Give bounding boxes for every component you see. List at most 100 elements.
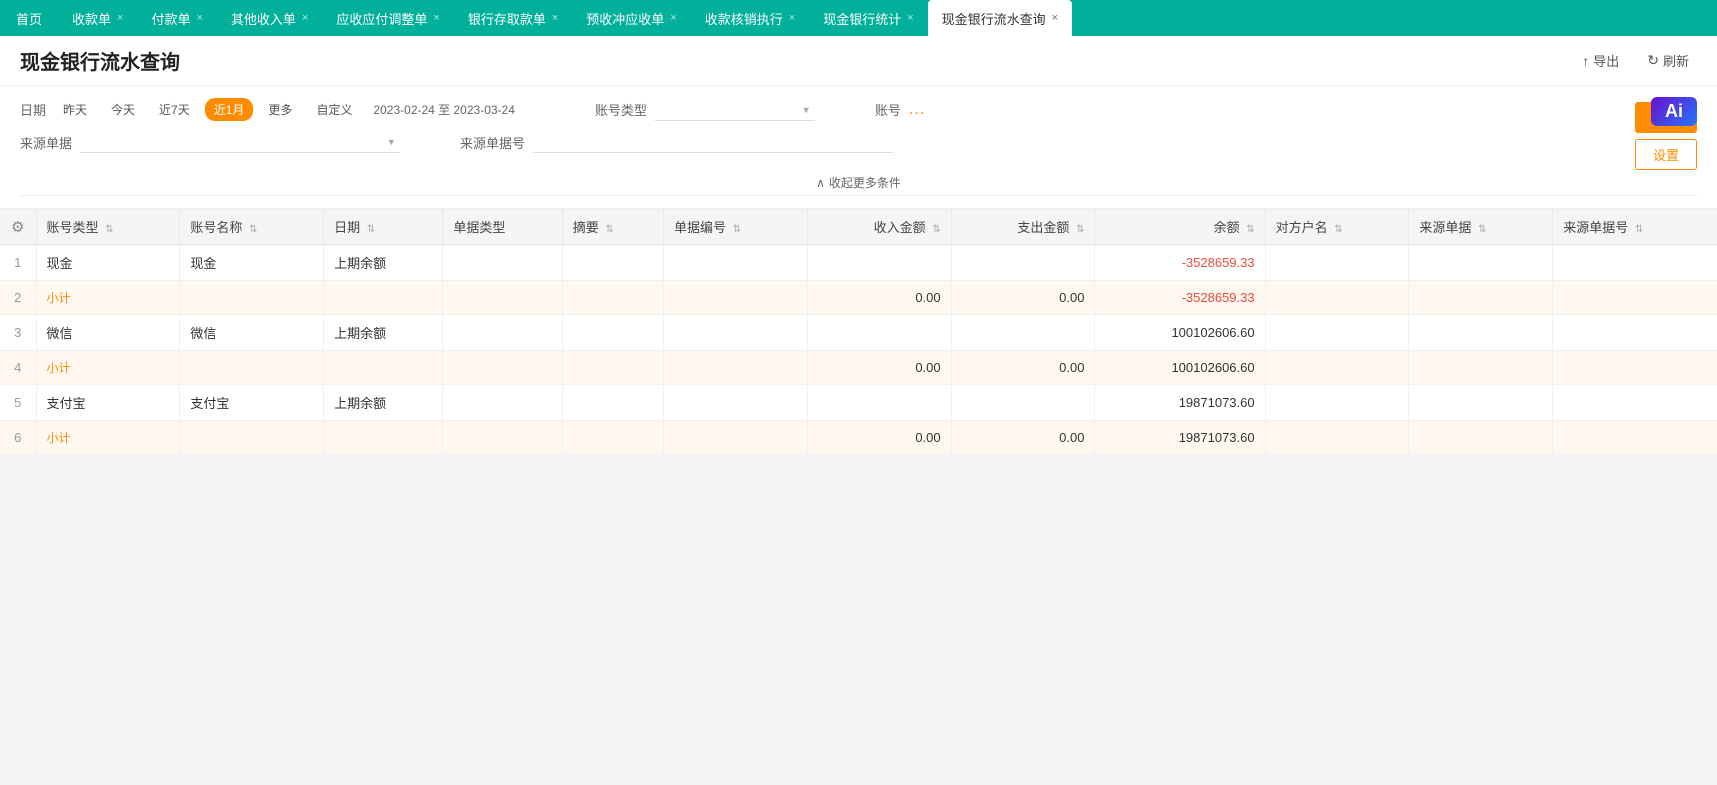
cell-doc-type [443,421,562,455]
cell-summary [562,281,663,315]
collapse-bar[interactable]: ∧ 收起更多条件 [20,170,1697,196]
cell-account-name: 现金 [180,245,324,281]
nav-tab-xjyhtj[interactable]: 现金银行统计 × [809,0,927,36]
close-icon[interactable]: × [433,12,439,24]
cell-account-name [180,351,324,385]
sort-icon: ⇅ [605,224,613,235]
col-account-type[interactable]: 账号类型 ⇅ [36,209,180,245]
cell-source-doc [1409,421,1553,455]
cell-account-name [180,421,324,455]
cell-summary [562,245,663,281]
cell-account-type: 现金 [36,245,180,281]
close-icon[interactable]: × [552,12,558,24]
cell-counterpart [1265,385,1409,421]
cell-source-doc-no [1553,421,1717,455]
close-icon[interactable]: × [1052,12,1058,24]
cell-doc-no [664,351,808,385]
nav-tab-shoudan[interactable]: 收款单 × [58,0,137,36]
nav-tab-yhcqkd[interactable]: 银行存取款单 × [454,0,572,36]
cell-counterpart [1265,315,1409,351]
ai-badge[interactable]: Ai [1651,97,1697,126]
cell-doc-no [664,385,808,421]
cell-income [807,245,951,281]
cell-expense [951,245,1095,281]
account-type-filter: 账号类型 [595,99,815,121]
account-type-select[interactable] [655,99,815,121]
page-header: 现金银行流水查询 ↑ 导出 ↻ 刷新 [0,36,1717,86]
source-doc-no-input[interactable] [533,131,893,153]
filter-row-1: 日期 昨天 今天 近7天 近1月 更多 自定义 2023-02-24 至 202… [20,98,1615,121]
export-button[interactable]: ↑ 导出 [1574,47,1627,74]
col-date[interactable]: 日期 ⇅ [324,209,443,245]
col-expense[interactable]: 支出金额 ⇅ [951,209,1095,245]
close-icon[interactable]: × [196,12,202,24]
cell-doc-type [443,245,562,281]
table-row: 2小计0.000.00-3528659.33 [0,281,1717,315]
cell-summary [562,351,663,385]
header-actions: ↑ 导出 ↻ 刷新 [1574,47,1697,74]
table-row: 3微信微信上期余额100102606.60 [0,315,1717,351]
cell-account-type: 小计 [36,351,180,385]
sort-icon: ⇅ [1635,224,1643,235]
cell-income [807,315,951,351]
date-btn-more[interactable]: 更多 [259,98,301,121]
col-counterpart[interactable]: 对方户名 ⇅ [1265,209,1409,245]
row-number: 6 [0,421,36,455]
col-source-doc[interactable]: 来源单据 ⇅ [1409,209,1553,245]
col-income[interactable]: 收入金额 ⇅ [807,209,951,245]
nav-tab-skxsjx[interactable]: 收款核销执行 × [691,0,809,36]
cell-date [324,351,443,385]
close-icon[interactable]: × [789,12,795,24]
cell-account-type: 小计 [36,281,180,315]
nav-tab-fukuan[interactable]: 付款单 × [137,0,216,36]
nav-tab-yscy[interactable]: 预收冲应收单 × [572,0,690,36]
cell-expense [951,315,1095,351]
col-doc-type[interactable]: 单据类型 [443,209,562,245]
cell-source-doc-no [1553,385,1717,421]
account-ellipsis[interactable]: ... [909,101,925,119]
cell-source-doc-no [1553,315,1717,351]
date-btn-1month[interactable]: 近1月 [205,98,254,121]
nav-tab-qtsr[interactable]: 其他收入单 × [217,0,322,36]
col-summary[interactable]: 摘要 ⇅ [562,209,663,245]
close-icon[interactable]: × [907,12,913,24]
account-filter: 账号 ... [875,100,925,119]
cell-doc-type [443,385,562,421]
cell-balance: -3528659.33 [1095,281,1265,315]
close-icon[interactable]: × [302,12,308,24]
gear-icon[interactable]: ⚙ [11,219,24,236]
close-icon[interactable]: × [117,12,123,24]
cell-source-doc [1409,385,1553,421]
source-doc-select[interactable] [80,131,400,153]
cell-account-type: 微信 [36,315,180,351]
nav-tab-ysyftze[interactable]: 应收应付调整单 × [322,0,453,36]
col-doc-no[interactable]: 单据编号 ⇅ [664,209,808,245]
table-row: 5支付宝支付宝上期余额19871073.60 [0,385,1717,421]
cell-date: 上期余额 [324,245,443,281]
nav-home[interactable]: 首页 [0,0,58,36]
col-source-doc-no[interactable]: 来源单据号 ⇅ [1553,209,1717,245]
date-btn-yesterday[interactable]: 昨天 [54,98,96,121]
cell-income [807,385,951,421]
cell-date: 上期余额 [324,315,443,351]
sort-icon: ⇅ [932,224,940,235]
table-row: 4小计0.000.00100102606.60 [0,351,1717,385]
source-doc-select-wrapper [80,131,400,153]
date-btn-custom[interactable]: 自定义 [307,98,361,121]
filter-row-2: 来源单据 来源单据号 [20,131,1615,153]
date-btn-today[interactable]: 今天 [102,98,144,121]
date-btn-7days[interactable]: 近7天 [150,98,199,121]
sort-icon: ⇅ [249,224,257,235]
settings-button[interactable]: 设置 [1635,139,1697,170]
filter-area: 日期 昨天 今天 近7天 近1月 更多 自定义 2023-02-24 至 202… [0,86,1717,209]
col-balance[interactable]: 余额 ⇅ [1095,209,1265,245]
cell-doc-type [443,281,562,315]
col-gear[interactable]: ⚙ [0,209,36,245]
close-icon[interactable]: × [670,12,676,24]
refresh-button[interactable]: ↻ 刷新 [1639,47,1697,74]
col-account-name[interactable]: 账号名称 ⇅ [180,209,324,245]
cell-date: 上期余额 [324,385,443,421]
nav-tab-xjyhls[interactable]: 现金银行流水查询 × [928,0,1072,36]
collapse-label: 收起更多条件 [829,174,901,191]
cell-summary [562,421,663,455]
